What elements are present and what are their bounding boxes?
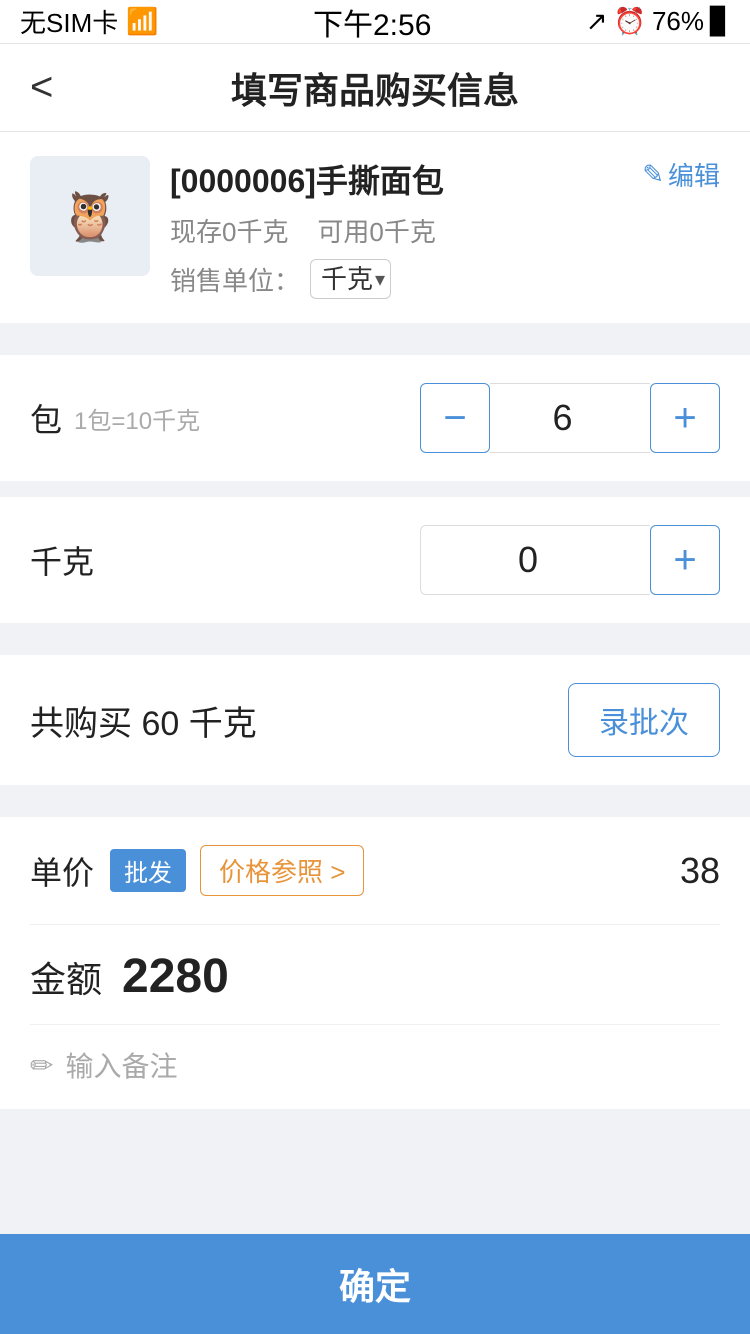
- package-qty-control: − +: [420, 383, 720, 453]
- package-qty-input[interactable]: [490, 383, 650, 453]
- note-placeholder: 输入备注: [65, 1045, 177, 1085]
- location-icon: ↗: [586, 6, 608, 37]
- amount-value: 2280: [122, 949, 229, 1004]
- package-sub-label: 1包=10千克: [74, 401, 200, 436]
- product-unit-row: 销售单位： 千克: [170, 259, 720, 299]
- package-section: 包 1包=10千克 − +: [0, 355, 750, 481]
- back-button[interactable]: <: [30, 65, 53, 110]
- page-title: 填写商品购买信息: [231, 62, 519, 114]
- amount-section: 金额 2280 ✏ 输入备注: [0, 925, 750, 1109]
- edit-button[interactable]: ✎ 编辑: [642, 156, 720, 193]
- status-bar: 无SIM卡 📶 下午2:56 ↗ ⏰ 76% ▊: [0, 0, 750, 44]
- record-batch-button[interactable]: 录批次: [568, 683, 720, 757]
- product-stock: 现存0千克 可用0千克: [170, 212, 720, 249]
- kilogram-label-text: 千克: [30, 537, 94, 583]
- stock-text: 现存0千克: [170, 217, 288, 247]
- edit-icon: ✎: [642, 159, 664, 190]
- kilogram-section: 千克 +: [0, 497, 750, 623]
- package-label: 包 1包=10千克: [30, 395, 200, 441]
- package-plus-button[interactable]: +: [650, 383, 720, 453]
- pencil-icon: ✏: [30, 1049, 53, 1082]
- battery-icon: ▊: [710, 6, 730, 37]
- available-text: 可用0千克: [317, 217, 435, 247]
- product-image: 🦉: [30, 156, 150, 276]
- kilogram-qty-control: +: [420, 525, 720, 595]
- price-type-tag: 批发: [110, 849, 186, 892]
- total-section: 共购买 60 千克 录批次: [0, 655, 750, 785]
- status-time: 下午2:56: [313, 0, 431, 44]
- kilogram-plus-button[interactable]: +: [650, 525, 720, 595]
- unit-select[interactable]: 千克: [310, 259, 391, 299]
- price-label: 单价: [30, 848, 94, 894]
- nav-bar: < 填写商品购买信息: [0, 44, 750, 132]
- kilogram-label: 千克: [30, 537, 94, 583]
- alarm-icon: ⏰: [614, 6, 646, 37]
- kilogram-row: 千克 +: [30, 497, 720, 623]
- unit-label: 销售单位：: [170, 261, 300, 298]
- carrier-text: 无SIM卡: [20, 3, 118, 40]
- package-label-text: 包: [30, 395, 62, 441]
- separator-3: [0, 801, 750, 817]
- total-row: 共购买 60 千克 录批次: [30, 655, 720, 785]
- price-ref-button[interactable]: 价格参照 >: [200, 845, 364, 896]
- unit-select-wrap[interactable]: 千克: [310, 259, 391, 299]
- amount-row: 金额 2280: [30, 949, 720, 1025]
- confirm-button[interactable]: 确定: [0, 1234, 750, 1334]
- price-row: 单价 批发 价格参照 > 38: [30, 817, 720, 925]
- product-logo-icon: 🦉: [60, 188, 120, 245]
- package-minus-button[interactable]: −: [420, 383, 490, 453]
- status-right: ↗ ⏰ 76% ▊: [586, 6, 730, 37]
- price-value: 38: [680, 850, 720, 892]
- kilogram-qty-input[interactable]: [420, 525, 650, 595]
- total-text: 共购买 60 千克: [30, 696, 257, 745]
- package-row: 包 1包=10千克 − +: [30, 355, 720, 481]
- product-card: 🦉 [0000006]手撕面包 现存0千克 可用0千克 销售单位： 千克 ✎ 编…: [0, 132, 750, 323]
- wifi-icon: 📶: [126, 6, 158, 37]
- product-info: [0000006]手撕面包 现存0千克 可用0千克 销售单位： 千克: [170, 156, 720, 299]
- separator-1: [0, 339, 750, 355]
- amount-label: 金额: [30, 951, 102, 1003]
- separator-2: [0, 639, 750, 655]
- status-carrier: 无SIM卡 📶: [20, 3, 159, 40]
- note-row[interactable]: ✏ 输入备注: [30, 1025, 720, 1109]
- edit-label: 编辑: [668, 156, 720, 193]
- product-name: [0000006]手撕面包: [170, 156, 720, 202]
- price-section: 单价 批发 价格参照 > 38: [0, 817, 750, 925]
- battery-text: 76%: [652, 6, 704, 37]
